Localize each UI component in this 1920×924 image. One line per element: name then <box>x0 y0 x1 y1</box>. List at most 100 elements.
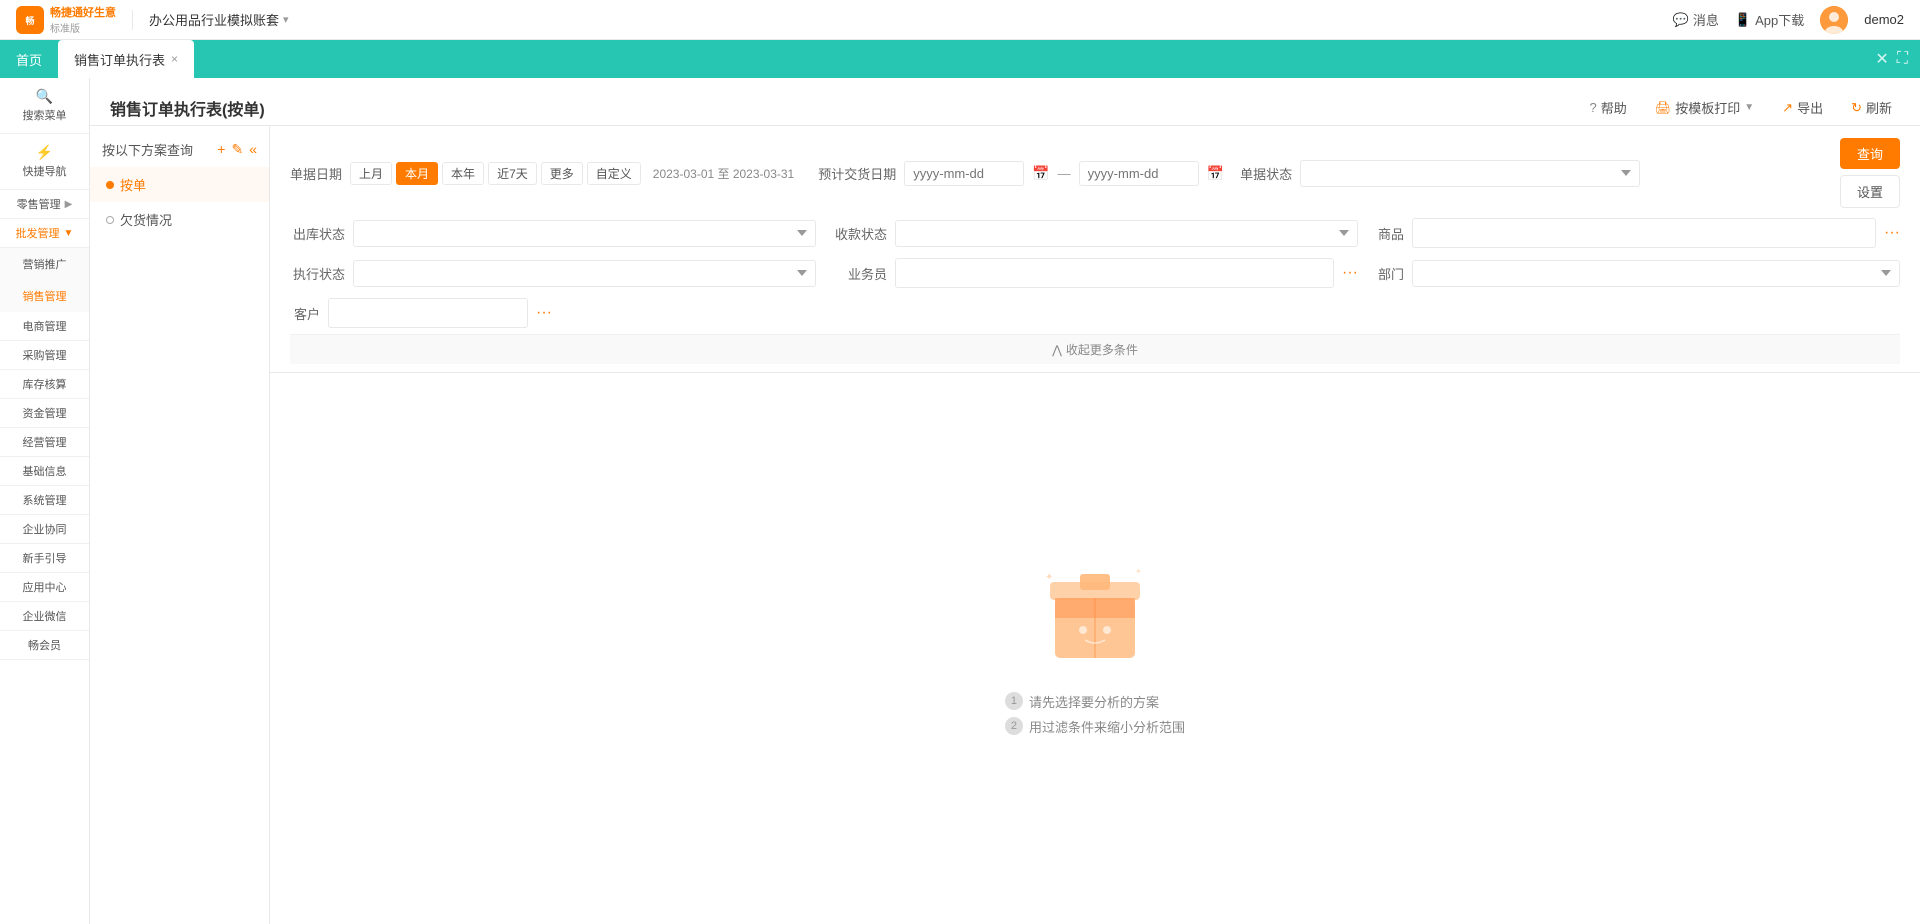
inactive-scheme-dot <box>106 216 114 224</box>
help-icon: ? <box>1589 100 1596 115</box>
sales-more-icon[interactable]: ··· <box>1342 264 1358 282</box>
sidebar-item-marketing[interactable]: 营销推广 <box>0 248 89 280</box>
filter-row-4: 客户 ··· <box>290 298 1900 328</box>
sidebar-item-purchase[interactable]: 采购管理 <box>0 341 89 370</box>
active-scheme-dot <box>106 181 114 189</box>
sidebar-item-sales-mgmt[interactable]: 销售管理 <box>0 280 89 312</box>
empty-hints: 1 请先选择要分析的方案 2 用过滤条件来缩小分析范围 <box>1005 692 1185 736</box>
print-arrow-icon: ▼ <box>1744 102 1754 113</box>
goods-label: 商品 <box>1374 224 1404 243</box>
exec-select[interactable]: 未完成 已完成 <box>353 260 816 287</box>
scheme-item-欠货情况[interactable]: 欠货情况 <box>90 202 269 237</box>
add-scheme-icon[interactable]: + <box>217 141 225 158</box>
main-layout: 🔍 搜索菜单 ⚡ 快捷导航 零售管理 ▶ 批发管理 ▼ 营销推广 销售管理 <box>0 78 1920 924</box>
sidebar-item-basic[interactable]: 基础信息 <box>0 457 89 486</box>
expected-date-group: 预计交货日期 📅 — 📅 <box>818 161 1224 186</box>
top-bar-left: 畅 畅捷通好生意 标准版 办公用品行业模拟账套 ▾ <box>16 4 289 35</box>
tab-bar: 首页 销售订单执行表 × ✕ ⛶ <box>0 40 1920 78</box>
customer-more-icon[interactable]: ··· <box>536 304 552 322</box>
sidebar-item-app-center[interactable]: 应用中心 <box>0 573 89 602</box>
customer-group: 客户 ··· <box>290 298 552 328</box>
empty-area: ✦ ✦ ✦ 1 请先选择要分析的方案 <box>270 373 1920 924</box>
status-filter-group: 单据状态 待审核 已审核 已完成 已作废 <box>1240 160 1824 187</box>
left-panel: 按以下方案查询 + ✎ « 按单 欠货情况 <box>90 126 270 924</box>
print-icon: 🖨 <box>1655 100 1672 116</box>
date-btn-this-month[interactable]: 本月 <box>396 162 438 185</box>
content-area: 销售订单执行表(按单) ? 帮助 🖨 按模板打印 ▼ ↗ 导出 ↻ 刷新 <box>90 78 1920 924</box>
status-select[interactable]: 待审核 已审核 已完成 已作废 <box>1300 160 1640 187</box>
content-body: 按以下方案查询 + ✎ « 按单 欠货情况 <box>90 126 1920 924</box>
date-btn-more[interactable]: 更多 <box>541 162 583 185</box>
help-btn[interactable]: ? 帮助 <box>1581 94 1634 121</box>
calendar-start-icon[interactable]: 📅 <box>1032 165 1049 182</box>
export-btn[interactable]: ↗ 导出 <box>1774 94 1831 121</box>
svg-text:畅: 畅 <box>25 15 34 26</box>
app-download-btn[interactable]: 📱 App下载 <box>1735 10 1804 29</box>
date-btn-custom[interactable]: 自定义 <box>587 162 641 185</box>
expected-date-end-input[interactable] <box>1079 161 1199 186</box>
message-icon: 💬 <box>1673 12 1689 28</box>
page-header: 销售订单执行表(按单) ? 帮助 🖨 按模板打印 ▼ ↗ 导出 ↻ 刷新 <box>90 78 1920 126</box>
tab-close-btn[interactable]: × <box>171 52 178 66</box>
sidebar-item-retail[interactable]: 零售管理 ▶ <box>0 190 89 219</box>
sidebar-item-inventory[interactable]: 库存核算 <box>0 370 89 399</box>
edit-scheme-icon[interactable]: ✎ <box>231 141 243 158</box>
date-btn-last-month[interactable]: 上月 <box>350 162 392 185</box>
page-title: 销售订单执行表(按单) <box>110 96 265 120</box>
sidebar-item-member[interactable]: 畅会员 <box>0 631 89 660</box>
sidebar: 🔍 搜索菜单 ⚡ 快捷导航 零售管理 ▶ 批发管理 ▼ 营销推广 销售管理 <box>0 78 90 924</box>
collapse-arrow-icon: ⋀ <box>1052 343 1062 357</box>
retail-arrow-icon: ▶ <box>65 199 73 210</box>
tab-home[interactable]: 首页 <box>0 40 58 78</box>
sidebar-item-wholesale[interactable]: 批发管理 ▼ <box>0 219 89 248</box>
receipt-select[interactable]: 未收款 部分收款 全部收款 <box>895 220 1358 247</box>
outbound-select[interactable]: 未出库 部分出库 全部出库 <box>353 220 816 247</box>
sidebar-item-enterprise[interactable]: 企业协同 <box>0 515 89 544</box>
message-btn[interactable]: 💬 消息 <box>1673 10 1719 29</box>
dept-label: 部门 <box>1374 264 1404 283</box>
empty-svg: ✦ ✦ ✦ <box>1035 562 1155 672</box>
query-btn[interactable]: 查询 <box>1840 138 1900 169</box>
date-btn-last-7days[interactable]: 近7天 <box>488 162 537 185</box>
tab-sales-exec[interactable]: 销售订单执行表 × <box>58 40 194 78</box>
scheme-item-按单[interactable]: 按单 <box>90 167 269 202</box>
goods-more-icon[interactable]: ··· <box>1884 224 1900 242</box>
sidebar-item-quick-nav[interactable]: ⚡ 快捷导航 <box>0 134 89 190</box>
sidebar-item-newbie[interactable]: 新手引导 <box>0 544 89 573</box>
app-title[interactable]: 办公用品行业模拟账套 ▾ <box>149 10 289 29</box>
top-bar: 畅 畅捷通好生意 标准版 办公用品行业模拟账套 ▾ 💬 消息 📱 App下载 <box>0 0 1920 40</box>
filter-row-3: 执行状态 未完成 已完成 业务员 ··· <box>290 258 1900 288</box>
sidebar-item-ecom[interactable]: 电商管理 <box>0 312 89 341</box>
refresh-btn[interactable]: ↻ 刷新 <box>1843 94 1900 121</box>
collapse-panel-icon[interactable]: « <box>249 141 257 158</box>
logo-area: 畅 畅捷通好生意 标准版 <box>16 4 116 35</box>
date-range-display: 2023-03-01 至 2023-03-31 <box>653 165 794 182</box>
date-filter-group: 单据日期 上月 本月 本年 近7天 更多 自定义 2023-03-01 至 20… <box>290 162 794 185</box>
expected-date-start-input[interactable] <box>904 161 1024 186</box>
sidebar-item-search[interactable]: 🔍 搜索菜单 <box>0 78 89 134</box>
dept-select[interactable]: 销售部 市场部 <box>1412 260 1900 287</box>
sidebar-item-wechat[interactable]: 企业微信 <box>0 602 89 631</box>
customer-input-area[interactable] <box>328 298 528 328</box>
goods-input-area[interactable] <box>1412 218 1876 248</box>
setting-btn[interactable]: 设置 <box>1840 175 1900 208</box>
sidebar-item-finance[interactable]: 资金管理 <box>0 399 89 428</box>
empty-hint-1: 1 请先选择要分析的方案 <box>1005 692 1185 711</box>
print-btn[interactable]: 🖨 按模板打印 ▼ <box>1647 94 1762 121</box>
tab-close-all-icon[interactable]: ✕ <box>1875 49 1888 69</box>
outbound-label: 出库状态 <box>290 224 345 243</box>
sales-input-area[interactable] <box>895 258 1334 288</box>
date-btn-group: 上月 本月 本年 近7天 更多 自定义 <box>350 162 641 185</box>
collapse-filter-btn[interactable]: ⋀ 收起更多条件 <box>290 334 1900 364</box>
calendar-end-icon[interactable]: 📅 <box>1207 165 1224 182</box>
goods-group: 商品 ··· <box>1374 218 1900 248</box>
avatar[interactable] <box>1820 6 1848 34</box>
tab-maximize-icon[interactable]: ⛶ <box>1897 50 1908 68</box>
sidebar-item-system[interactable]: 系统管理 <box>0 486 89 515</box>
sidebar-item-operations[interactable]: 经营管理 <box>0 428 89 457</box>
date-btn-this-year[interactable]: 本年 <box>442 162 484 185</box>
wholesale-sub: 营销推广 销售管理 <box>0 248 89 312</box>
svg-text:✦: ✦ <box>1130 646 1136 654</box>
filter-section: 单据日期 上月 本月 本年 近7天 更多 自定义 2023-03-01 至 20… <box>270 126 1920 373</box>
download-icon: 📱 <box>1735 12 1751 28</box>
